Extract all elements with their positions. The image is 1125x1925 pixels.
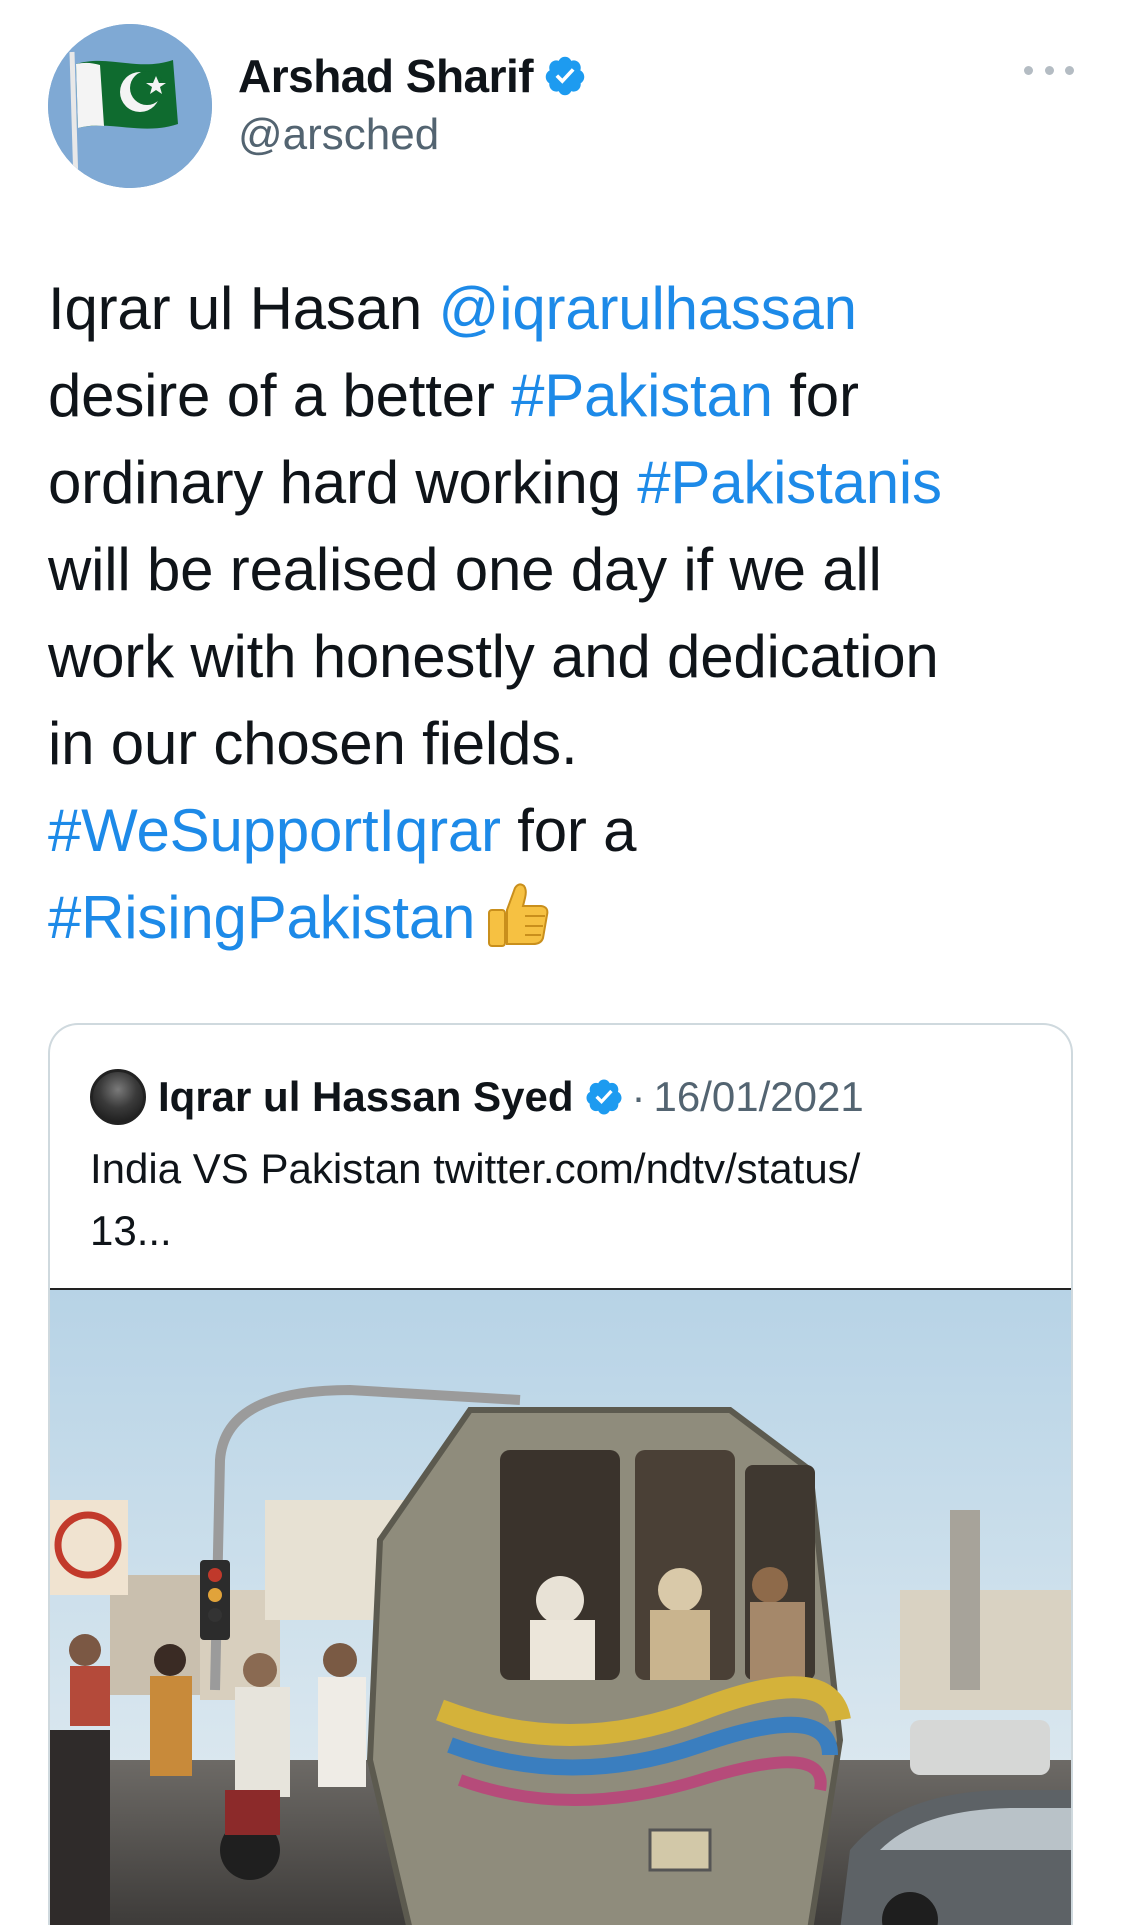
verified-badge-icon [545,56,585,96]
quoted-author-name[interactable]: Iqrar ul Hassan Syed [158,1073,574,1121]
quoted-tweet-header: Iqrar ul Hassan Syed · 16/01/2021 [90,1067,864,1127]
quoted-text-line: 13... [90,1207,172,1254]
pakistan-flag-icon [48,24,212,188]
mention-link[interactable]: @iqrarulhassan [439,275,858,342]
tweet-text-segment: for [772,362,859,429]
tweet-line: work with honestly and dedication [48,613,1088,700]
more-dot [1024,65,1033,75]
quoted-tweet-media[interactable] [50,1288,1071,1925]
quoted-tweet-card[interactable]: Iqrar ul Hassan Syed · 16/01/2021 India … [48,1023,1073,1925]
quoted-text-line: India VS Pakistan twitter.com/ndtv/statu… [90,1145,861,1192]
more-options-icon[interactable] [1024,60,1074,80]
tweet-line: in our chosen fields. [48,700,1088,787]
more-dot [1044,65,1054,75]
tweet-line: desire of a better #Pakistan for [48,352,1088,439]
tweet-line: will be realised one day if we all [48,526,1088,613]
author-name-row: Arshad Sharif [238,48,587,104]
hashtag-link[interactable]: #Pakistan [511,362,773,429]
tweet-line: ordinary hard working #Pakistanis [48,439,1088,526]
tweet-body: Iqrar ul Hasan @iqrarulhassan desire of a… [48,265,1088,961]
hashtag-link[interactable]: #RisingPakistan [48,884,475,951]
tweet-header: Arshad Sharif @arsched [0,0,1125,200]
more-dot [1065,65,1074,75]
tweet-text-segment: in our chosen fields. [48,710,578,777]
verified-badge-icon [586,1079,622,1115]
tweet-line: #RisingPakistan [48,874,1088,961]
author-display-name[interactable]: Arshad Sharif [238,49,534,103]
author-handle[interactable]: @arsched [238,110,439,160]
hashtag-link[interactable]: #WeSupportIqrar [48,797,501,864]
tweet-text-segment: work with honestly and dedication [48,623,939,690]
tweet-text-segment: for a [500,797,637,864]
tweet-line: #WeSupportIqrar for a [48,787,1088,874]
tweet-text-segment: desire of a better [48,362,512,429]
quoted-tweet-date[interactable]: 16/01/2021 [654,1073,864,1121]
separator-dot: · [631,1073,646,1120]
author-avatar[interactable] [48,24,212,188]
hashtag-link[interactable]: #Pakistanis [637,449,942,516]
tweet-text-segment: ordinary hard working [48,449,638,516]
quoted-author-avatar[interactable] [90,1069,146,1125]
tweet-text-segment: will be realised one day if we all [48,536,882,603]
tweet-line: Iqrar ul Hasan @iqrarulhassan [48,265,1088,352]
crowded-bus-street-photo [50,1290,1071,1925]
quoted-tweet-text: India VS Pakistan twitter.com/ndtv/statu… [90,1138,1050,1262]
tweet-text-segment: Iqrar ul Hasan [48,275,439,342]
thumbs-up-icon [488,883,549,947]
